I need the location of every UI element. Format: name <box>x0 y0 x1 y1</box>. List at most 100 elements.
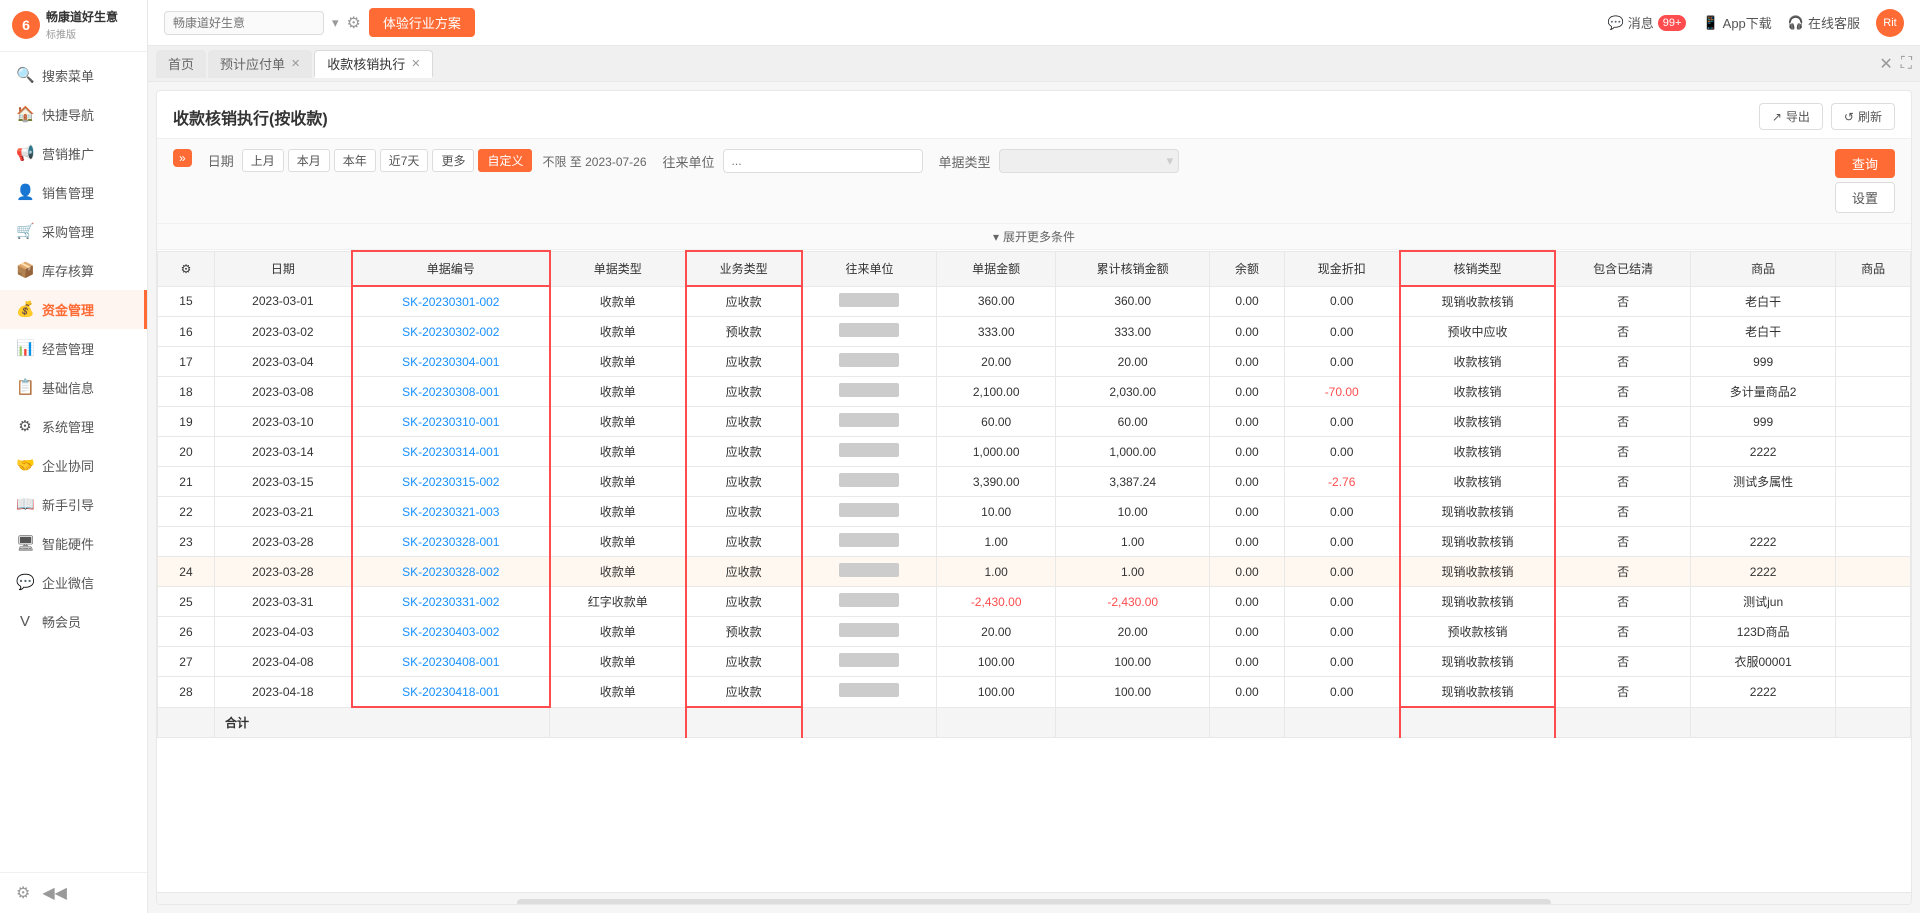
filter-last-month-button[interactable]: 上月 <box>242 149 284 172</box>
dropdown-arrow-icon[interactable]: ▾ <box>332 15 339 31</box>
sidebar-item-wechat[interactable]: 💬 企业微信 <box>0 563 147 602</box>
cell-goods: 测试多属性 <box>1690 467 1835 497</box>
doc-no-link[interactable]: SK-20230328-001 <box>402 535 499 549</box>
cell-balance: 0.00 <box>1210 377 1285 407</box>
cell-goods: 测试jun <box>1690 587 1835 617</box>
sidebar-item-quicknav[interactable]: 🏠 快捷导航 <box>0 95 147 134</box>
cell-nuke-type: 收款核销 <box>1400 407 1556 437</box>
cell-balance: 0.00 <box>1210 587 1285 617</box>
tab-prepay[interactable]: 预计应付单 ✕ <box>208 50 312 78</box>
cell-include-settled: 否 <box>1555 377 1690 407</box>
doc-no-link[interactable]: SK-20230331-002 <box>402 595 499 609</box>
cell-nuke-type: 收款核销 <box>1400 467 1556 497</box>
cell-nuke-type: 收款核销 <box>1400 437 1556 467</box>
doc-type-select[interactable] <box>999 149 1179 173</box>
counterpart-input[interactable] <box>723 149 923 173</box>
tab-home[interactable]: 首页 <box>156 50 206 78</box>
sidebar-item-basic[interactable]: 📋 基础信息 <box>0 368 147 407</box>
filter-this-year-button[interactable]: 本年 <box>334 149 376 172</box>
doc-no-link[interactable]: SK-20230301-002 <box>402 295 499 309</box>
doc-no-link[interactable]: SK-20230408-001 <box>402 655 499 669</box>
settings-col-icon[interactable]: ⚙ <box>181 262 192 276</box>
cell-doc-type: 收款单 <box>550 497 686 527</box>
filter-this-month-button[interactable]: 本月 <box>288 149 330 172</box>
cell-doc-type: 收款单 <box>550 557 686 587</box>
sidebar-item-operation[interactable]: 📊 经营管理 <box>0 329 147 368</box>
cell-cash-discount: -70.00 <box>1284 377 1399 407</box>
sidebar-item-finance[interactable]: 💰 资金管理 <box>0 290 147 329</box>
sidebar-item-system[interactable]: ⚙ 系统管理 <box>0 407 147 446</box>
refresh-button[interactable]: ↺ 刷新 <box>1831 103 1895 130</box>
sidebar-item-guide[interactable]: 📖 新手引导 <box>0 485 147 524</box>
filter-7days-button[interactable]: 近7天 <box>380 149 429 172</box>
filter-toggle-button[interactable]: » <box>173 149 192 167</box>
col-doc-type: 单据类型 <box>550 251 686 286</box>
table-row: 182023-03-08SK-20230308-001收款单应收款2,100.0… <box>158 377 1911 407</box>
sidebar-item-search[interactable]: 🔍 搜索菜单 <box>0 56 147 95</box>
cell-amount: 100.00 <box>937 677 1056 708</box>
box-icon: 📦 <box>16 261 34 279</box>
headset-icon: 🎧 <box>1788 15 1804 31</box>
cell-nuke-type: 现销收款核销 <box>1400 497 1556 527</box>
doc-no-link[interactable]: SK-20230328-002 <box>402 565 499 579</box>
cell-amount: 1.00 <box>937 557 1056 587</box>
sidebar-item-hardware[interactable]: 🖥 智能硬件 <box>0 524 147 563</box>
sidebar-item-member[interactable]: V 畅会员 <box>0 602 147 641</box>
filter-date-range: 不限 至 2023-07-26 <box>542 155 646 169</box>
sidebar-item-marketing[interactable]: 📢 营销推广 <box>0 134 147 173</box>
cell-amount: 360.00 <box>937 286 1056 317</box>
cell-balance: 0.00 <box>1210 347 1285 377</box>
col-settings[interactable]: ⚙ <box>158 251 215 286</box>
cell-date: 2023-03-02 <box>214 317 351 347</box>
online-service-button[interactable]: 🎧 在线客服 <box>1788 13 1860 32</box>
cell-nuke-type: 现销收款核销 <box>1400 587 1556 617</box>
doc-no-link[interactable]: SK-20230302-002 <box>402 325 499 339</box>
doc-no-link[interactable]: SK-20230418-001 <box>402 685 499 699</box>
cell-goods: 老白干 <box>1690 317 1835 347</box>
doc-no-link[interactable]: SK-20230310-001 <box>402 415 499 429</box>
cell-cash-discount: 0.00 <box>1284 557 1399 587</box>
settings-header-icon[interactable]: ⚙ <box>347 13 361 33</box>
tab-collection-close[interactable]: ✕ <box>411 57 420 70</box>
export-button[interactable]: ↗ 导出 <box>1759 103 1823 130</box>
filter-custom-button[interactable]: 自定义 <box>478 149 532 172</box>
cell-balance: 0.00 <box>1210 647 1285 677</box>
table-row: 152023-03-01SK-20230301-002收款单应收款360.003… <box>158 286 1911 317</box>
tab-prepay-close[interactable]: ✕ <box>291 57 300 70</box>
doc-no-link[interactable]: SK-20230304-001 <box>402 355 499 369</box>
settings-button[interactable]: 设置 <box>1835 182 1895 213</box>
query-button[interactable]: 查询 <box>1835 149 1895 178</box>
doc-no-link[interactable]: SK-20230321-003 <box>402 505 499 519</box>
breadcrumb-input[interactable] <box>164 11 324 35</box>
settings-footer-icon[interactable]: ⚙ <box>16 883 30 903</box>
doc-no-link[interactable]: SK-20230315-002 <box>402 475 499 489</box>
tab-maximize-button[interactable]: ⛶ <box>1901 55 1912 73</box>
cell-nuke-type: 现销收款核销 <box>1400 677 1556 708</box>
sidebar-item-enterprise[interactable]: 🤝 企业协同 <box>0 446 147 485</box>
industry-solution-button[interactable]: 体验行业方案 <box>369 8 475 37</box>
cell-balance: 0.00 <box>1210 317 1285 347</box>
cell-goods2 <box>1836 347 1911 377</box>
app-download-button[interactable]: 📱 App下载 <box>1702 13 1771 32</box>
bottom-scrollbar[interactable] <box>157 892 1911 904</box>
collapse-icon[interactable]: ◀◀ <box>42 883 67 903</box>
doc-no-link[interactable]: SK-20230314-001 <box>402 445 499 459</box>
col-include-settled: 包含已结清 <box>1555 251 1690 286</box>
doc-no-link[interactable]: SK-20230308-001 <box>402 385 499 399</box>
filter-more-button[interactable]: 更多 <box>432 149 474 172</box>
cell-include-settled: 否 <box>1555 677 1690 708</box>
sidebar-item-sales[interactable]: 👤 销售管理 <box>0 173 147 212</box>
cell-amount: 1.00 <box>937 527 1056 557</box>
top-header: ▾ ⚙ 体验行业方案 💬 消息 99+ 📱 App下载 🎧 在线客服 Rit <box>148 0 1920 46</box>
sidebar-logo: 6 畅康道好生意 标推版 <box>0 0 147 52</box>
tab-collection[interactable]: 收款核销执行 ✕ <box>314 50 433 78</box>
cell-doc-type: 收款单 <box>550 437 686 467</box>
sidebar-item-inventory[interactable]: 📦 库存核算 <box>0 251 147 290</box>
expand-more-bar[interactable]: ▾ 展开更多条件 <box>157 224 1911 250</box>
message-button[interactable]: 💬 消息 99+ <box>1608 13 1687 32</box>
cell-counterpart <box>802 407 937 437</box>
tab-close-all-button[interactable]: ✕ <box>1879 54 1892 74</box>
doc-no-link[interactable]: SK-20230403-002 <box>402 625 499 639</box>
sidebar-item-purchase[interactable]: 🛒 采购管理 <box>0 212 147 251</box>
user-avatar[interactable]: Rit <box>1876 9 1904 37</box>
